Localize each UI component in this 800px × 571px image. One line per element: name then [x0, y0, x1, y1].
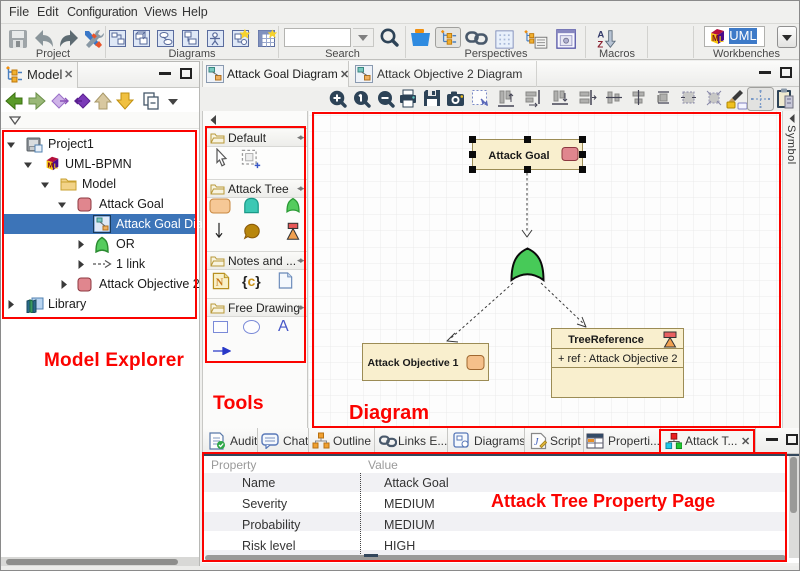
svg-text:I: I [657, 94, 660, 104]
svg-text:J: J [534, 437, 539, 448]
svg-text:Z: Z [597, 39, 603, 49]
svg-text:M: M [712, 34, 719, 43]
svg-text:L: L [719, 35, 724, 44]
